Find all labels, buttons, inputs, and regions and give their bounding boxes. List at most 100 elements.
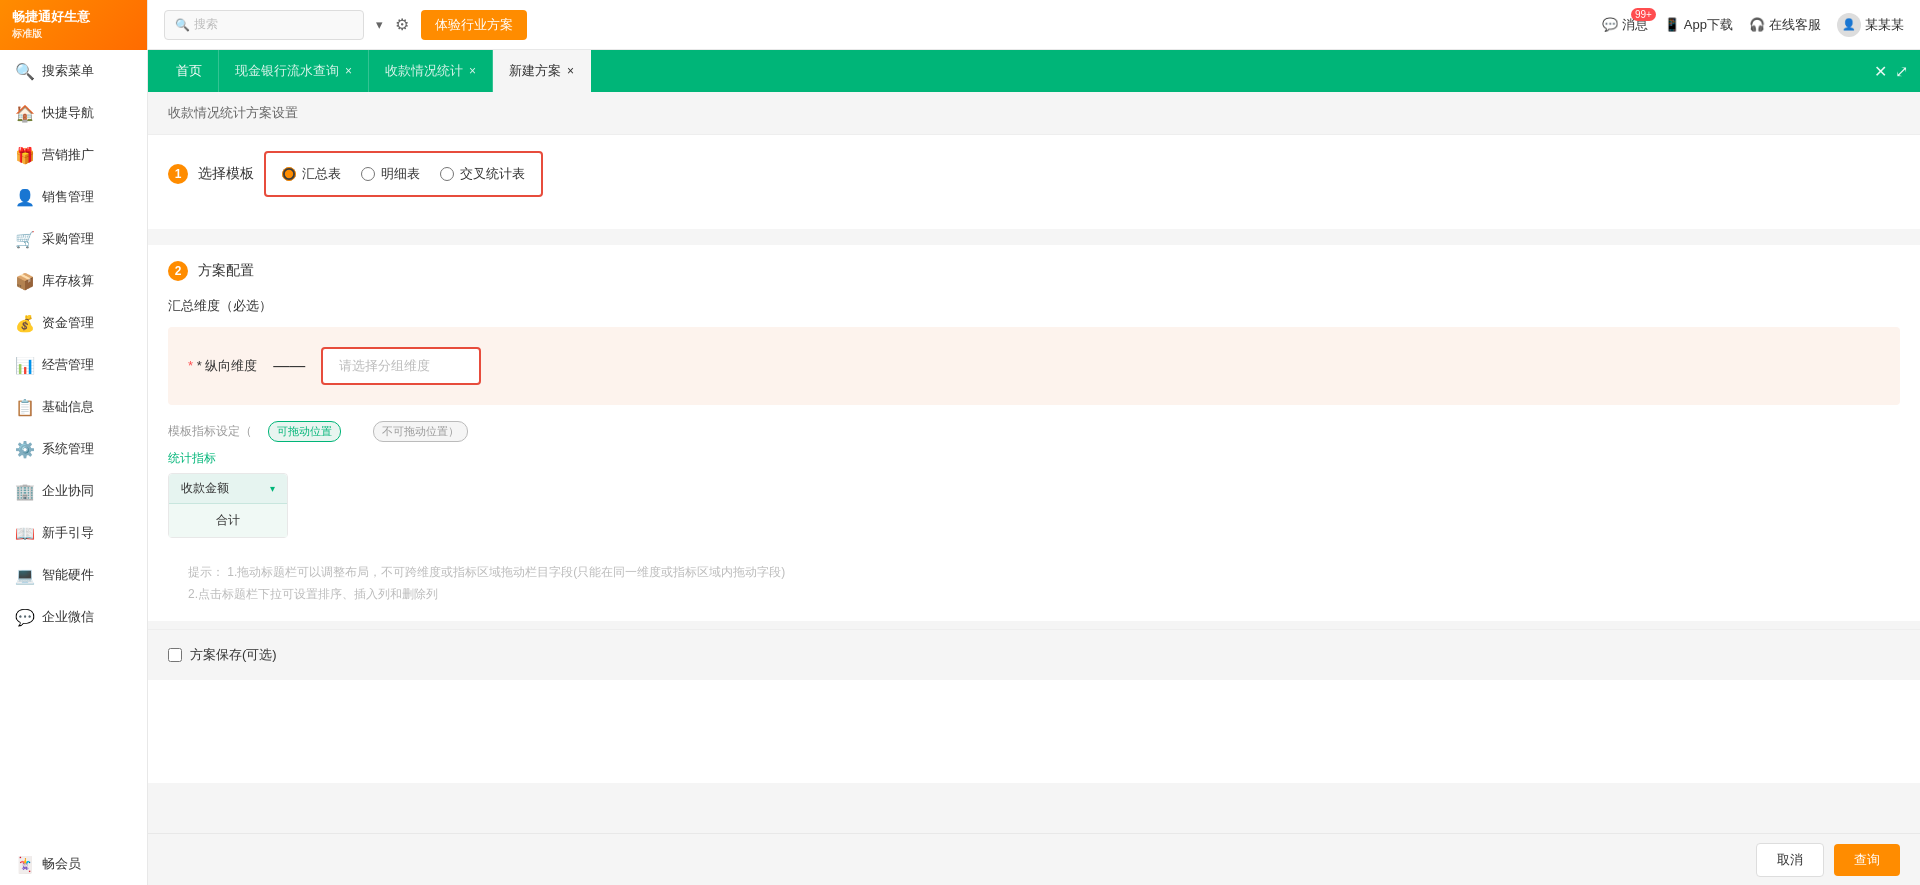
dimension-arrow: —— <box>273 357 305 375</box>
sidebar-item-quick-nav[interactable]: 🏠 快捷导航 <box>0 92 147 134</box>
metrics-wrapper: 统计指标 收款金额 ▾ 合计 <box>168 450 1900 538</box>
sales-icon: 👤 <box>16 188 34 206</box>
cancel-button[interactable]: 取消 <box>1756 843 1824 877</box>
message-button[interactable]: 💬 消息 99+ <box>1602 16 1648 34</box>
message-icon: 💬 <box>1602 17 1618 32</box>
save-label: 方案保存(可选) <box>190 646 277 664</box>
radio-cross-input[interactable] <box>440 167 454 181</box>
system-icon: ⚙️ <box>16 440 34 458</box>
search-icon: 🔍 <box>175 18 190 32</box>
online-service-button[interactable]: 🎧 在线客服 <box>1749 16 1821 34</box>
sidebar: 畅捷通好生意 标准版 🔍 搜索菜单 🏠 快捷导航 🎁 营销推广 👤 销售管理 🛒… <box>0 0 148 885</box>
sidebar-item-hardware[interactable]: 💻 智能硬件 <box>0 554 147 596</box>
draggable-badge: 可拖动位置 <box>268 421 341 442</box>
metrics-col-dropdown[interactable]: ▾ <box>270 483 275 494</box>
main-area: 🔍 搜索 ▾ ⚙ 体验行业方案 💬 消息 99+ 📱 App下载 🎧 在线客服 … <box>148 0 1920 885</box>
radio-detail-input[interactable] <box>361 167 375 181</box>
query-button[interactable]: 查询 <box>1834 844 1900 876</box>
trial-button[interactable]: 体验行业方案 <box>421 10 527 40</box>
sidebar-item-sales[interactable]: 👤 销售管理 <box>0 176 147 218</box>
dimension-area: * * 纵向维度 —— 请选择分组维度 <box>168 327 1900 405</box>
sidebar-logo: 畅捷通好生意 标准版 <box>0 0 147 50</box>
app-download-icon: 📱 <box>1664 17 1680 32</box>
hardware-icon: 💻 <box>16 566 34 584</box>
radio-summary-input[interactable] <box>282 167 296 181</box>
tab-close-all-icon[interactable]: ✕ <box>1874 62 1887 81</box>
template-radio-group: 汇总表 明细表 交叉统计表 <box>282 165 525 183</box>
app-download-button[interactable]: 📱 App下载 <box>1664 16 1733 34</box>
dimension-row: * * 纵向维度 —— 请选择分组维度 <box>188 347 1880 385</box>
hint-section: 提示： 1.拖动标题栏可以调整布局，不可跨维度或指标区域拖动栏目字段(只能在同一… <box>168 550 1900 605</box>
footer: 取消 查询 <box>148 833 1920 885</box>
template-selection-box: 汇总表 明细表 交叉统计表 <box>264 151 543 197</box>
purchase-icon: 🛒 <box>16 230 34 248</box>
tab-receipt-stats-close[interactable]: × <box>469 64 476 78</box>
gear-icon[interactable]: ⚙ <box>395 15 409 34</box>
metrics-subtotal: 合计 <box>169 504 287 537</box>
step1-num: 1 <box>168 164 188 184</box>
tab-receipt-stats[interactable]: 收款情况统计 × <box>369 50 493 92</box>
topbar-right: 💬 消息 99+ 📱 App下载 🎧 在线客服 👤 某某某 <box>1602 13 1904 37</box>
step2-title: 方案配置 <box>198 262 254 280</box>
sidebar-item-system[interactable]: ⚙️ 系统管理 <box>0 428 147 470</box>
sidebar-item-purchase[interactable]: 🛒 采购管理 <box>0 218 147 260</box>
operation-icon: 📊 <box>16 356 34 374</box>
basic-info-icon: 📋 <box>16 398 34 416</box>
sidebar-item-guide[interactable]: 📖 新手引导 <box>0 512 147 554</box>
page-title-bar: 收款情况统计方案设置 <box>148 92 1920 135</box>
radio-detail[interactable]: 明细表 <box>361 165 420 183</box>
metrics-label-row: 模板指标设定（ 可拖动位置 不可拖动位置） <box>168 421 1900 442</box>
step2-num: 2 <box>168 261 188 281</box>
step1-title: 选择模板 <box>198 165 254 183</box>
radio-summary[interactable]: 汇总表 <box>282 165 341 183</box>
section-divider-2 <box>148 621 1920 629</box>
sidebar-item-finance[interactable]: 💰 资金管理 <box>0 302 147 344</box>
search-placeholder-text: 搜索 <box>194 16 218 33</box>
save-section: 方案保存(可选) <box>148 629 1920 680</box>
tab-new-plan-close[interactable]: × <box>567 64 574 78</box>
summary-dim-label: 汇总维度（必选） <box>168 297 1900 315</box>
save-checkbox[interactable] <box>168 648 182 662</box>
topbar-search-box[interactable]: 🔍 搜索 <box>164 10 364 40</box>
tab-bank-flow[interactable]: 现金银行流水查询 × <box>219 50 369 92</box>
metrics-container: 收款金额 ▾ 合计 <box>168 473 288 538</box>
home-icon: 🏠 <box>16 104 34 122</box>
sidebar-item-operation[interactable]: 📊 经营管理 <box>0 344 147 386</box>
sidebar-item-search-menu[interactable]: 🔍 搜索菜单 <box>0 50 147 92</box>
wechat-icon: 💬 <box>16 608 34 626</box>
corp-icon: 🏢 <box>16 482 34 500</box>
metrics-col-header[interactable]: 收款金额 ▾ <box>169 474 287 504</box>
user-menu[interactable]: 👤 某某某 <box>1837 13 1904 37</box>
radio-cross[interactable]: 交叉统计表 <box>440 165 525 183</box>
tabbar: 首页 现金银行流水查询 × 收款情况统计 × 新建方案 × ✕ ⤢ <box>148 50 1920 92</box>
message-badge: 99+ <box>1631 8 1656 21</box>
tab-expand-icon[interactable]: ⤢ <box>1895 62 1908 81</box>
sidebar-item-member[interactable]: 🃏 畅会员 <box>0 843 147 885</box>
vertical-dim-label: * * 纵向维度 <box>188 357 257 375</box>
tab-home[interactable]: 首页 <box>160 50 219 92</box>
user-avatar: 👤 <box>1837 13 1861 37</box>
sidebar-item-basic-info[interactable]: 📋 基础信息 <box>0 386 147 428</box>
dimension-select[interactable]: 请选择分组维度 <box>321 347 481 385</box>
step2-section: 2 方案配置 汇总维度（必选） * * 纵向维度 —— 请选择分组维度 <box>148 237 1920 621</box>
sidebar-item-corp[interactable]: 🏢 企业协同 <box>0 470 147 512</box>
sidebar-item-wechat[interactable]: 💬 企业微信 <box>0 596 147 638</box>
step1-header: 1 选择模板 汇总表 明细表 <box>168 151 1900 197</box>
hint-text-2: 2.点击标题栏下拉可设置排序、插入列和删除列 <box>188 584 1880 606</box>
step2-header: 2 方案配置 <box>168 261 1900 281</box>
metrics-section-label: 统计指标 <box>168 450 1900 467</box>
sidebar-item-inventory[interactable]: 📦 库存核算 <box>0 260 147 302</box>
hint-text-1: 提示： 1.拖动标题栏可以调整布局，不可跨维度或指标区域拖动栏目字段(只能在同一… <box>188 562 1880 584</box>
inventory-icon: 📦 <box>16 272 34 290</box>
tabbar-controls: ✕ ⤢ <box>1874 62 1908 81</box>
logo-badge: 标准版 <box>12 27 90 41</box>
topbar-dropdown-arrow[interactable]: ▾ <box>376 17 383 32</box>
sidebar-item-marketing[interactable]: 🎁 营销推广 <box>0 134 147 176</box>
search-menu-icon: 🔍 <box>16 62 34 80</box>
step1-section: 1 选择模板 汇总表 明细表 <box>148 135 1920 229</box>
member-icon: 🃏 <box>16 855 34 873</box>
section-divider <box>148 229 1920 237</box>
topbar: 🔍 搜索 ▾ ⚙ 体验行业方案 💬 消息 99+ 📱 App下载 🎧 在线客服 … <box>148 0 1920 50</box>
tab-bank-flow-close[interactable]: × <box>345 64 352 78</box>
tab-new-plan[interactable]: 新建方案 × <box>493 50 591 92</box>
